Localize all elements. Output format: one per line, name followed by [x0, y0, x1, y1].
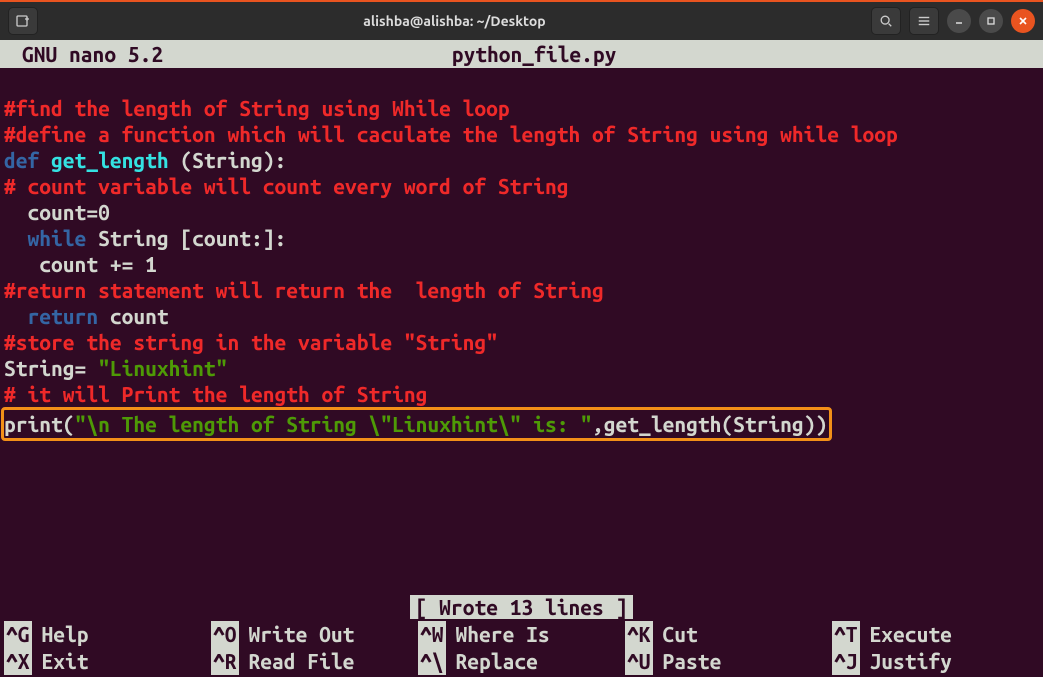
search-button[interactable]: [871, 7, 901, 35]
shortcut-label: Justify: [870, 648, 952, 675]
shortcut-item: ^U Paste: [625, 648, 832, 675]
shortcut-label: Paste: [663, 648, 722, 675]
code-keyword: def: [4, 148, 39, 172]
code-line: #return statement will return the length…: [4, 278, 604, 302]
code-line: #define a function which will caculate t…: [4, 122, 898, 146]
code-text: String=: [4, 356, 98, 380]
shortcut-label: Help: [42, 621, 89, 648]
new-tab-button[interactable]: [8, 7, 38, 35]
code-keyword: return: [4, 304, 98, 328]
shortcut-key: ^T: [832, 621, 860, 648]
shortcut-label: Where Is: [456, 621, 550, 648]
shortcut-label: Read File: [249, 648, 355, 675]
code-line: # it will Print the length of String: [4, 382, 427, 406]
shortcut-item: ^\ Replace: [418, 648, 625, 675]
code-text: String [count:]:: [86, 226, 286, 250]
editor-content[interactable]: #find the length of String using While l…: [0, 68, 1043, 442]
code-func: get_length: [39, 148, 180, 172]
shortcut-item: ^X Exit: [4, 648, 211, 675]
code-line: #find the length of String using While l…: [4, 96, 510, 120]
shortcut-key: ^U: [625, 648, 653, 675]
shortcut-key: ^R: [211, 648, 239, 675]
shortcut-item: ^T Execute: [832, 621, 1039, 648]
window-title: alishba@alishba: ~/Desktop: [46, 13, 863, 29]
nano-filename: python_file.py: [33, 42, 1035, 66]
shortcut-key: ^\: [418, 648, 446, 675]
code-text: print(: [4, 412, 75, 436]
shortcut-label: Cut: [663, 621, 698, 648]
code-line: #store the string in the variable "Strin…: [4, 330, 498, 354]
menu-button[interactable]: [909, 7, 939, 35]
shortcut-label: Exit: [42, 648, 89, 675]
window-titlebar: alishba@alishba: ~/Desktop: [0, 0, 1043, 40]
maximize-button[interactable]: [979, 9, 1003, 33]
code-line: count=0: [4, 200, 110, 224]
shortcut-item: ^K Cut: [625, 621, 832, 648]
shortcut-key: ^J: [832, 648, 860, 675]
code-string: "Linuxhint": [98, 356, 227, 380]
close-button[interactable]: [1011, 9, 1035, 33]
shortcut-key: ^O: [211, 621, 239, 648]
code-line: # count variable will count every word o…: [4, 174, 568, 198]
code-text: count: [98, 304, 169, 328]
shortcut-label: Execute: [870, 621, 952, 648]
highlighted-line: print("\n The length of String \"Linuxhi…: [1, 407, 832, 441]
code-string: "\n The length of String \"Linuxhint\" i…: [75, 412, 592, 436]
shortcut-item: ^R Read File: [211, 648, 418, 675]
shortcut-item: ^W Where Is: [418, 621, 625, 648]
code-text: (String):: [180, 148, 286, 172]
shortcut-key: ^K: [625, 621, 653, 648]
status-text: [ Wrote 13 lines ]: [410, 595, 634, 619]
nano-header-bar: GNU nano 5.2 python_file.py: [0, 40, 1043, 68]
shortcut-item: ^O Write Out: [211, 621, 418, 648]
shortcut-label: Replace: [456, 648, 538, 675]
shortcut-bar: ^G Help ^O Write Out ^W Where Is ^K Cut ^T Execut…: [4, 621, 1039, 675]
shortcut-key: ^W: [418, 621, 446, 648]
shortcut-label: Write Out: [249, 621, 355, 648]
code-line: count += 1: [4, 252, 157, 276]
shortcut-item: ^J Justify: [832, 648, 1039, 675]
shortcut-item: ^G Help: [4, 621, 211, 648]
status-line: [ Wrote 13 lines ]: [0, 595, 1043, 619]
code-text: ,get_length(String)): [592, 412, 827, 436]
minimize-button[interactable]: [947, 9, 971, 33]
code-keyword: while: [4, 226, 86, 250]
shortcut-key: ^X: [4, 648, 32, 675]
shortcut-key: ^G: [4, 621, 32, 648]
